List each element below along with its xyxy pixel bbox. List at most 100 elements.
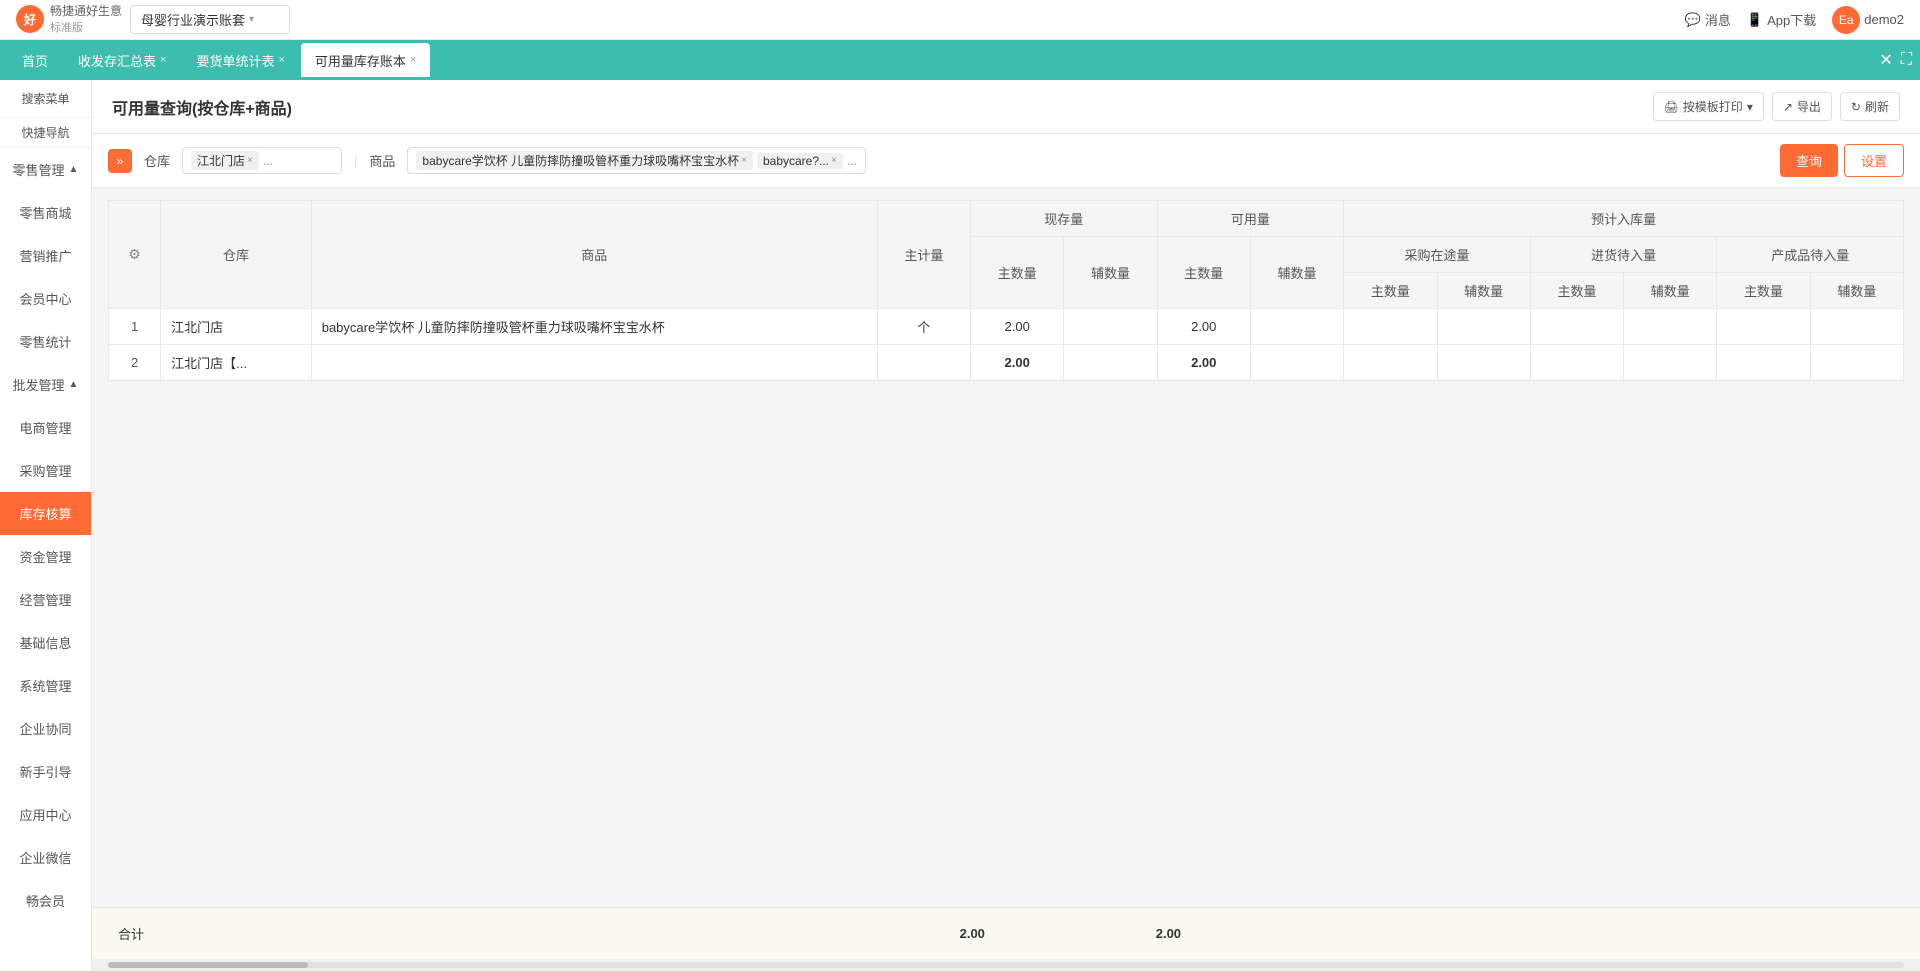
- col-purchase-sub: 辅数量: [1437, 273, 1530, 309]
- tab-order-stats[interactable]: 要货单统计表 ×: [182, 43, 298, 77]
- sidebar-item-operations[interactable]: 经营管理: [0, 578, 91, 621]
- store-selector[interactable]: 母婴行业演示账套 ▾: [130, 5, 290, 34]
- filter-more-btn[interactable]: ...: [263, 154, 273, 168]
- row-no: 2: [109, 345, 161, 381]
- sidebar-item-label: 企业协同: [19, 719, 71, 738]
- refresh-icon: ↻: [1851, 100, 1861, 114]
- warehouse-label: 仓库: [144, 151, 170, 170]
- sidebar-item-enterprise[interactable]: 企业协同: [0, 707, 91, 750]
- sidebar-item-retail-mall[interactable]: 零售商城: [0, 191, 91, 234]
- print-btn[interactable]: 🖨 按模板打印 ▾: [1653, 92, 1764, 121]
- query-button[interactable]: 查询: [1780, 144, 1838, 177]
- col-goods-sub: 辅数量: [1624, 273, 1717, 309]
- close-window-icon[interactable]: ✕: [1879, 50, 1892, 70]
- message-icon: 💬: [1685, 12, 1701, 28]
- cell-unit: 个: [877, 309, 970, 345]
- cell-goods-main: [1530, 345, 1623, 381]
- page-actions: 🖨 按模板打印 ▾ ↗ 导出 ↻ 刷新: [1653, 92, 1900, 121]
- col-goods-main: 主数量: [1530, 273, 1623, 309]
- sidebar-item-inventory[interactable]: 库存核算: [0, 492, 91, 535]
- tab-home[interactable]: 首页: [8, 45, 62, 76]
- sidebar-item-wholesale-mgmt[interactable]: 批发管理 ▲: [0, 363, 91, 406]
- sidebar-item-label: 库存核算: [19, 504, 71, 523]
- export-btn[interactable]: ↗ 导出: [1772, 92, 1832, 121]
- col-warehouse: 仓库: [161, 201, 312, 309]
- table-footer: 合计 2.00 2.00: [92, 907, 1920, 959]
- close-icon[interactable]: ×: [410, 54, 416, 66]
- warehouse-filter[interactable]: 江北门店 × ...: [182, 147, 342, 174]
- sidebar-item-retail-mgmt[interactable]: 零售管理 ▲: [0, 148, 91, 191]
- cell-goods-main: [1530, 309, 1623, 345]
- sidebar-item-system-mgmt[interactable]: 系统管理: [0, 664, 91, 707]
- sidebar-item-app-center[interactable]: 应用中心: [0, 793, 91, 836]
- cell-purchase-sub: [1437, 345, 1530, 381]
- remove-icon[interactable]: ×: [247, 155, 253, 166]
- filter-more-btn2[interactable]: ...: [847, 154, 857, 168]
- col-product-sub: 辅数量: [1810, 273, 1903, 309]
- sidebar-item-label: 会员中心: [19, 289, 71, 308]
- message-btn[interactable]: 💬 消息: [1685, 10, 1731, 29]
- setting-button[interactable]: 设置: [1844, 144, 1904, 177]
- fullscreen-icon[interactable]: ⛶: [1901, 51, 1912, 69]
- cell-warehouse: 江北门店【...: [161, 345, 312, 381]
- table-area: ⚙ 仓库 商品 主计量 现存量 可用量 预计入库量 主数量 辅数量 主数量 辅数…: [92, 188, 1920, 907]
- remove-icon[interactable]: ×: [831, 155, 837, 166]
- nav-tabs-left: 首页 收发存汇总表 × 要货单统计表 × 可用量库存账本 ×: [8, 43, 430, 77]
- warehouse-tag: 江北门店 ×: [191, 151, 259, 170]
- close-icon[interactable]: ×: [160, 54, 166, 66]
- col-available: 可用量: [1157, 201, 1344, 237]
- export-label: 导出: [1797, 98, 1821, 115]
- cell-product-sub: [1810, 345, 1903, 381]
- sidebar-item-finance[interactable]: 资金管理: [0, 535, 91, 578]
- sidebar-item-member[interactable]: 畅会员: [0, 879, 91, 922]
- total-goods-main: [1512, 916, 1610, 951]
- main-layout: 搜索菜单 快捷导航 零售管理 ▲ 零售商城 营销推广 会员中心 零售统计 批发管…: [0, 80, 1920, 971]
- cell-product: [311, 345, 877, 381]
- sidebar-item-label: 基础信息: [19, 633, 71, 652]
- product-filter[interactable]: babycare学饮杯 儿童防摔防撞吸管杯重力球吸嘴杯宝宝水杯 × babyca…: [407, 147, 865, 174]
- sidebar-item-member-center[interactable]: 会员中心: [0, 277, 91, 320]
- page-title: 可用量查询(按仓库+商品): [112, 95, 292, 119]
- sidebar-item-retail-stats[interactable]: 零售统计: [0, 320, 91, 363]
- user-menu[interactable]: Ea demo2: [1832, 6, 1904, 34]
- cell-avail-main: 2.00: [1157, 309, 1250, 345]
- sidebar-item-procurement[interactable]: 采购管理: [0, 449, 91, 492]
- chevron-down-icon: ▾: [249, 14, 254, 25]
- filter-expand-btn[interactable]: »: [108, 149, 132, 173]
- sidebar-item-ecommerce[interactable]: 电商管理: [0, 406, 91, 449]
- col-main-unit: 主计量: [877, 201, 970, 309]
- app-download-btn[interactable]: 📱 App下载: [1747, 10, 1816, 29]
- cell-stock-main: 2.00: [971, 345, 1064, 381]
- refresh-btn[interactable]: ↻ 刷新: [1840, 92, 1900, 121]
- sidebar-item-label: 电商管理: [19, 418, 71, 437]
- sidebar-search[interactable]: 搜索菜单: [0, 80, 91, 118]
- product-label: 商品: [369, 151, 395, 170]
- table-row: 1 江北门店 babycare学饮杯 儿童防摔防撞吸管杯重力球吸嘴杯宝宝水杯 个…: [109, 309, 1904, 345]
- row-no: 1: [109, 309, 161, 345]
- close-icon[interactable]: ×: [278, 54, 284, 66]
- tab-available-stock[interactable]: 可用量库存账本 ×: [301, 43, 430, 77]
- sidebar-item-new-guide[interactable]: 新手引导: [0, 750, 91, 793]
- tab-label: 收发存汇总表: [78, 51, 156, 70]
- scrollbar-thumb[interactable]: [108, 962, 308, 968]
- tab-receivable-summary[interactable]: 收发存汇总表 ×: [64, 43, 180, 77]
- sidebar-item-marketing[interactable]: 营销推广: [0, 234, 91, 277]
- product-tag-2: babycare?... ×: [757, 153, 843, 169]
- content-area: 可用量查询(按仓库+商品) 🖨 按模板打印 ▾ ↗ 导出 ↻ 刷新 »: [92, 80, 1920, 971]
- top-bar-left: 好 畅捷通好生意 标准版 母婴行业演示账套 ▾: [16, 4, 290, 34]
- sidebar-item-label: 资金管理: [19, 547, 71, 566]
- sidebar-quick-nav[interactable]: 快捷导航: [0, 118, 91, 148]
- horizontal-scrollbar[interactable]: [108, 962, 1904, 968]
- total-avail-main: 2.00: [1119, 916, 1217, 951]
- message-label: 消息: [1705, 10, 1731, 29]
- remove-icon[interactable]: ×: [741, 155, 747, 166]
- filter-actions: 查询 设置: [1780, 144, 1904, 177]
- sidebar-item-basic-info[interactable]: 基础信息: [0, 621, 91, 664]
- settings-icon: ⚙: [128, 246, 141, 262]
- col-purchase-main: 主数量: [1344, 273, 1437, 309]
- sidebar: 搜索菜单 快捷导航 零售管理 ▲ 零售商城 营销推广 会员中心 零售统计 批发管…: [0, 80, 92, 971]
- col-settings[interactable]: ⚙: [109, 201, 161, 309]
- divider: |: [354, 153, 357, 168]
- sidebar-item-wecom[interactable]: 企业微信: [0, 836, 91, 879]
- col-planned: 预计入库量: [1344, 201, 1904, 237]
